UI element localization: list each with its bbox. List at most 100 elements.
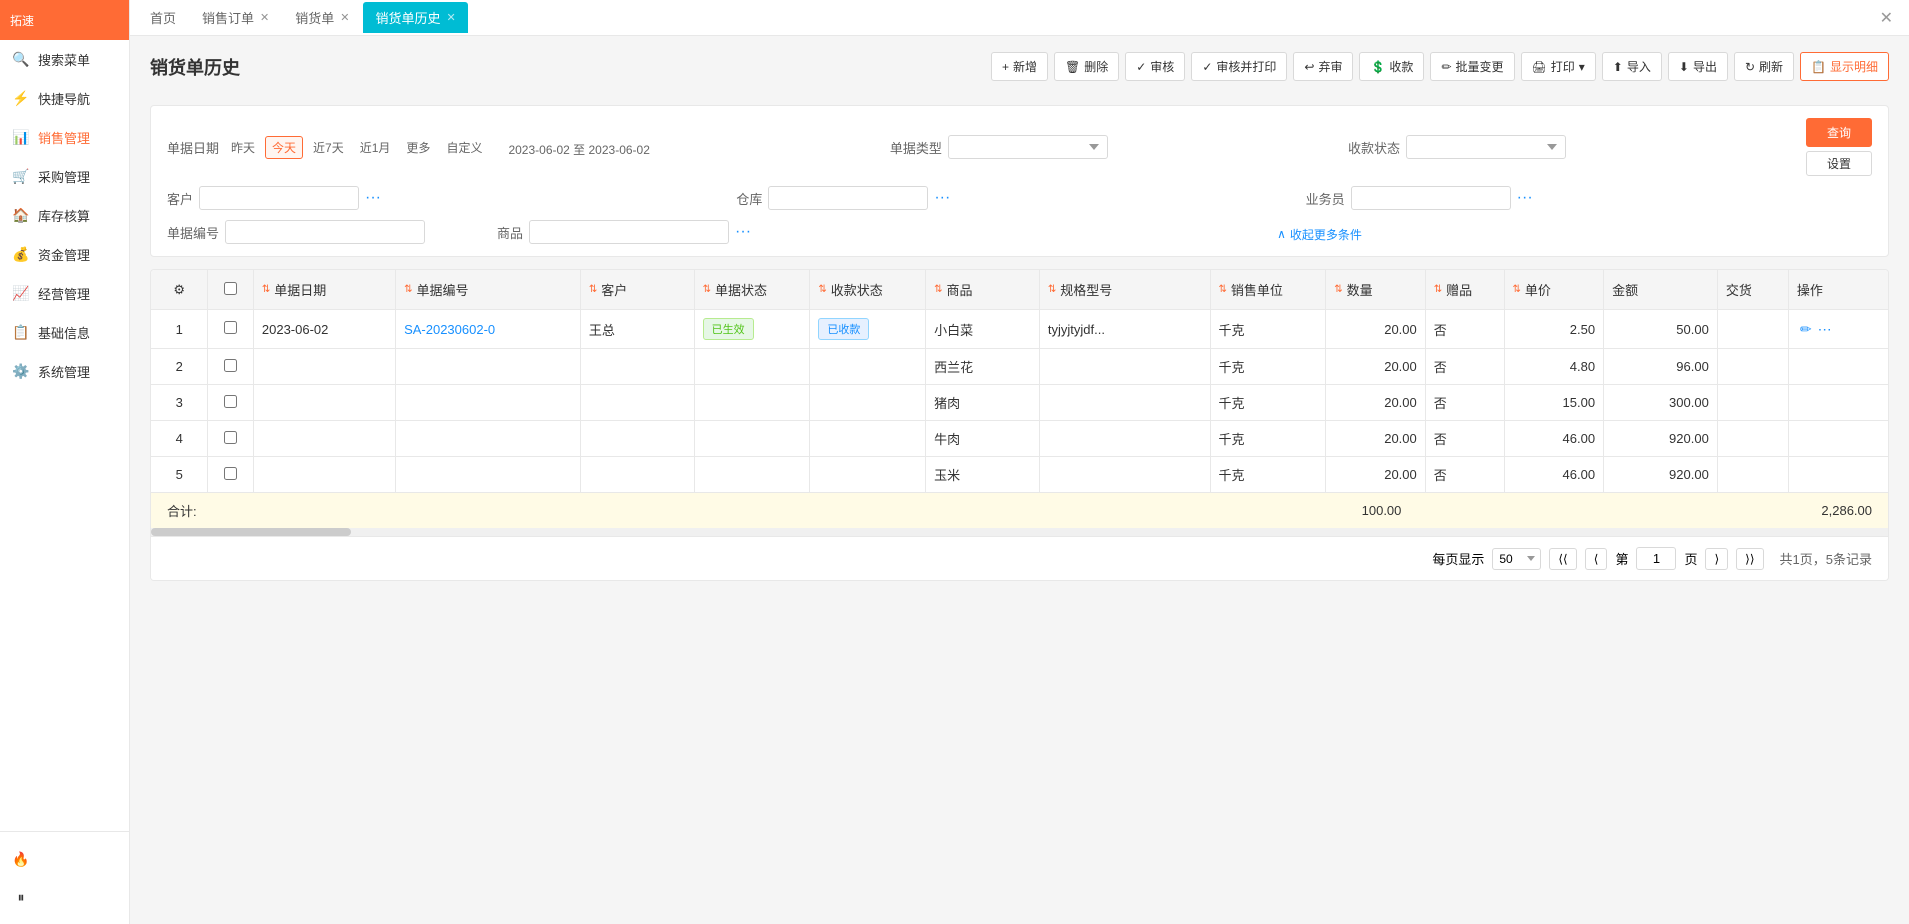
- toolbar-btn-import[interactable]: ⬆导入: [1602, 52, 1662, 81]
- sidebar-item-inventory[interactable]: 🏠库存核算: [0, 196, 129, 235]
- sidebar-item-search-menu[interactable]: 🔍搜索菜单: [0, 40, 129, 79]
- row-checkbox[interactable]: [224, 431, 237, 444]
- th-spec[interactable]: ⇅规格型号: [1039, 270, 1210, 310]
- cell-gift: 否: [1425, 457, 1504, 493]
- th-date[interactable]: ⇅单据日期: [253, 270, 395, 310]
- setting-button[interactable]: 设置: [1806, 151, 1872, 176]
- warehouse-dots[interactable]: ···: [934, 189, 950, 207]
- tab-close-sales-history[interactable]: ✕: [447, 11, 456, 24]
- sidebar-item-basic-info[interactable]: 📋基础信息: [0, 313, 129, 352]
- salesperson-input[interactable]: [1351, 186, 1511, 210]
- toolbar-btn-audit-print[interactable]: ✓审核并打印: [1191, 52, 1287, 81]
- row-checkbox[interactable]: [224, 395, 237, 408]
- cell-price: 15.00: [1504, 385, 1604, 421]
- next-page-button[interactable]: ⟩: [1705, 548, 1728, 570]
- product-input[interactable]: [529, 220, 729, 244]
- toolbar-btn-collect[interactable]: 💲收款: [1359, 52, 1424, 81]
- th-no[interactable]: ⇅单据编号: [396, 270, 581, 310]
- tab-close-sales-order[interactable]: ✕: [260, 11, 269, 24]
- status-badge: 已生效: [703, 318, 754, 340]
- date-tag-1month[interactable]: 近1月: [354, 137, 397, 158]
- tab-sales-history[interactable]: 销货单历史✕: [363, 2, 467, 33]
- tab-sales-goods[interactable]: 销货单✕: [283, 2, 361, 33]
- toolbar-btn-batch-change[interactable]: ✏批量变更: [1430, 52, 1514, 81]
- row-checkbox[interactable]: [224, 359, 237, 372]
- warehouse-input[interactable]: [768, 186, 928, 210]
- customer-input[interactable]: [199, 186, 359, 210]
- toolbar-btn-abandon[interactable]: ↩弃审: [1293, 52, 1353, 81]
- tab-close-sales-goods[interactable]: ✕: [340, 11, 349, 24]
- doc-no-input[interactable]: [225, 220, 425, 244]
- th-customer[interactable]: ⇅客户: [580, 270, 694, 310]
- th-unit[interactable]: ⇅销售单位: [1210, 270, 1326, 310]
- sidebar-item-system-mgmt[interactable]: ⚙️系统管理: [0, 352, 129, 391]
- sidebar-item-operation-mgmt[interactable]: 📈经营管理: [0, 274, 129, 313]
- window-close-button[interactable]: ✕: [1872, 8, 1901, 28]
- cell-check[interactable]: [208, 349, 254, 385]
- th-product[interactable]: ⇅商品: [926, 270, 1040, 310]
- sidebar-icon-sales-mgmt: 📊: [12, 129, 30, 147]
- sidebar-icon-finance-mgmt: 💰: [12, 246, 30, 264]
- th-check[interactable]: [208, 270, 254, 310]
- row-checkbox[interactable]: [224, 467, 237, 480]
- sidebar-item-sales-mgmt[interactable]: 📊销售管理: [0, 118, 129, 157]
- pay-status-select[interactable]: [1406, 135, 1566, 159]
- toolbar-btn-delete[interactable]: 🗑删除: [1054, 52, 1119, 81]
- sidebar-item-pause[interactable]: ⏸: [0, 878, 129, 916]
- last-page-button[interactable]: ⟩⟩: [1736, 548, 1763, 570]
- th-amount: 金额: [1604, 270, 1718, 310]
- toolbar-btn-print[interactable]: 🖨打印▾: [1521, 52, 1596, 81]
- btn-icon-audit-print: ✓: [1202, 60, 1212, 74]
- cell-product: 玉米: [926, 457, 1040, 493]
- settings-icon[interactable]: ⚙: [173, 282, 185, 297]
- action-edit-icon[interactable]: ✏: [1800, 321, 1812, 337]
- tab-sales-order[interactable]: 销售订单✕: [190, 2, 281, 33]
- cell-check[interactable]: [208, 310, 254, 349]
- date-tag-more[interactable]: 更多: [400, 137, 436, 158]
- date-tag-7days[interactable]: 近7天: [307, 137, 350, 158]
- first-page-button[interactable]: ⟨⟨: [1549, 548, 1576, 570]
- per-page-select[interactable]: 50 100: [1492, 548, 1541, 570]
- action-more-icon[interactable]: ⋯: [1818, 321, 1832, 337]
- toolbar-btn-show-detail[interactable]: 📋显示明细: [1800, 52, 1889, 81]
- product-dots[interactable]: ···: [735, 223, 751, 241]
- product-label: 商品: [497, 223, 523, 242]
- th-price[interactable]: ⇅单价: [1504, 270, 1604, 310]
- collapse-button[interactable]: ∧ 收起更多条件: [1277, 226, 1362, 243]
- select-all-checkbox[interactable]: [224, 282, 237, 295]
- table-row: 5 玉米 千克 20.00 否 46.00 920.00: [151, 457, 1888, 493]
- cell-check[interactable]: [208, 457, 254, 493]
- toolbar-btn-add[interactable]: +新增: [991, 52, 1048, 81]
- tab-home[interactable]: 首页: [138, 2, 188, 33]
- customer-dots[interactable]: ···: [365, 189, 381, 207]
- date-tag-today[interactable]: 今天: [265, 136, 303, 159]
- scrollbar-thumb[interactable]: [151, 528, 351, 536]
- th-gift[interactable]: ⇅赠品: [1425, 270, 1504, 310]
- th-qty[interactable]: ⇅数量: [1326, 270, 1426, 310]
- btn-icon-import: ⬆: [1613, 60, 1623, 74]
- horizontal-scrollbar[interactable]: [151, 528, 1888, 536]
- sidebar-item-finance-mgmt[interactable]: 💰资金管理: [0, 235, 129, 274]
- date-tag-custom[interactable]: 自定义: [440, 137, 488, 158]
- doc-type-select[interactable]: [948, 135, 1108, 159]
- page-input[interactable]: 1: [1636, 547, 1676, 570]
- filter-customer: 客户 ···: [167, 186, 381, 210]
- sort-icon-gift: ⇅: [1434, 284, 1442, 295]
- th-settings[interactable]: ⚙: [151, 270, 208, 310]
- sidebar-item-quick-nav[interactable]: ⚡快捷导航: [0, 79, 129, 118]
- query-button[interactable]: 查询: [1806, 118, 1872, 147]
- row-checkbox[interactable]: [224, 321, 237, 334]
- salesperson-dots[interactable]: ···: [1517, 189, 1533, 207]
- toolbar-btn-audit[interactable]: ✓审核: [1125, 52, 1185, 81]
- doc-no-link[interactable]: SA-20230602-0: [404, 322, 495, 337]
- cell-check[interactable]: [208, 421, 254, 457]
- toolbar-btn-refresh[interactable]: ↻刷新: [1734, 52, 1794, 81]
- th-status[interactable]: ⇅单据状态: [694, 270, 810, 310]
- toolbar-btn-export[interactable]: ⬇导出: [1668, 52, 1728, 81]
- date-tag-yesterday[interactable]: 昨天: [225, 137, 261, 158]
- sidebar-item-fire[interactable]: 🔥: [0, 840, 129, 878]
- cell-check[interactable]: [208, 385, 254, 421]
- sidebar-item-purchase-mgmt[interactable]: 🛒采购管理: [0, 157, 129, 196]
- prev-page-button[interactable]: ⟨: [1585, 548, 1608, 570]
- th-pay-status[interactable]: ⇅收款状态: [810, 270, 926, 310]
